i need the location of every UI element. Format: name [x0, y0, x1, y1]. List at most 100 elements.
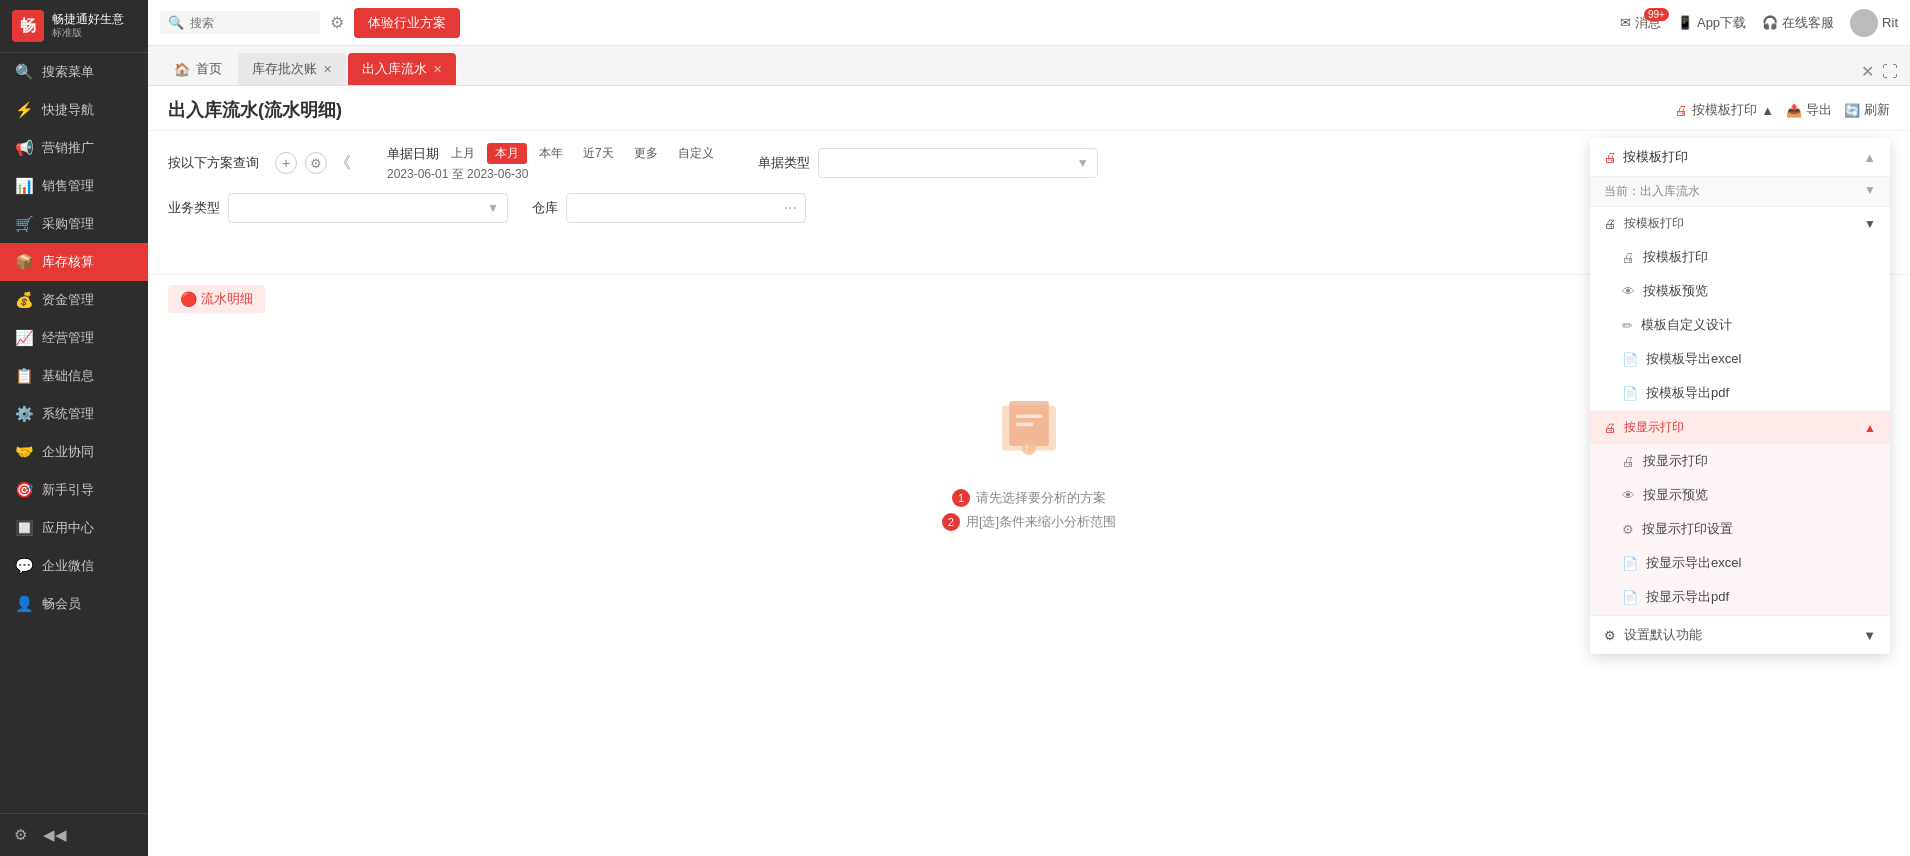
tab-flow[interactable]: 出入库流水 ✕ [348, 53, 456, 85]
date-range-display: 2023-06-01 至 2023-06-30 [387, 166, 528, 183]
current-dropdown-arrow[interactable]: ▼ [1864, 183, 1876, 197]
date-tag-last-month[interactable]: 上月 [443, 143, 483, 164]
sidebar-item-app-center[interactable]: 🔲应用中心 [0, 509, 148, 547]
sidebar-icon-quick-nav: ⚡ [14, 101, 34, 119]
warehouse-ellipsis-icon[interactable]: ··· [784, 199, 797, 217]
close-tab-icon[interactable]: ✕ [1861, 62, 1874, 81]
template-print-item-1[interactable]: 👁 按模板预览 [1590, 274, 1890, 308]
item-icon-3: 📄 [1622, 352, 1638, 367]
business-type-select[interactable]: ▼ [228, 193, 508, 223]
tabbar: 🏠 首页 库存批次账 ✕ 出入库流水 ✕ ✕ ⛶ [148, 46, 1910, 86]
phone-icon: 📱 [1677, 15, 1693, 30]
display-item-icon-3: 📄 [1622, 556, 1638, 571]
print-action[interactable]: 🖨 按模板打印 ▲ [1675, 101, 1774, 119]
template-print-item-4[interactable]: 📄 按模板导出pdf [1590, 376, 1890, 410]
sidebar-item-finance[interactable]: 💰资金管理 [0, 281, 148, 319]
date-tag-more[interactable]: 更多 [626, 143, 666, 164]
sidebar-item-enterprise[interactable]: 🤝企业协同 [0, 433, 148, 471]
filter-settings-button[interactable]: ⚙ [305, 152, 327, 174]
sidebar: 畅 畅捷通好生意 标准版 🔍搜索菜单⚡快捷导航📢营销推广📊销售管理🛒采购管理📦库… [0, 0, 148, 856]
sidebar-item-member[interactable]: 👤畅会员 [0, 585, 148, 623]
dropdown-up-arrow[interactable]: ▲ [1863, 150, 1876, 165]
warehouse-select[interactable]: ··· [566, 193, 806, 223]
template-print-item-3[interactable]: 📄 按模板导出excel [1590, 342, 1890, 376]
sidebar-item-guide[interactable]: 🎯新手引导 [0, 471, 148, 509]
print-icon: 🖨 [1675, 103, 1688, 118]
sidebar-item-purchase[interactable]: 🛒采购管理 [0, 205, 148, 243]
sidebar-icon-marketing: 📢 [14, 139, 34, 157]
sidebar-label-search: 搜索菜单 [42, 63, 94, 81]
settings-icon[interactable]: ⚙ [14, 826, 27, 844]
display-print-item-4[interactable]: 📄 按显示导出pdf [1590, 580, 1890, 614]
dropdown-footer[interactable]: ⚙ 设置默认功能 ▼ [1590, 615, 1890, 654]
sidebar-item-quick-nav[interactable]: ⚡快捷导航 [0, 91, 148, 129]
sidebar-item-sales[interactable]: 📊销售管理 [0, 167, 148, 205]
hint-num-2: 2 [942, 513, 960, 531]
template-print-item-0[interactable]: 🖨 按模板打印 [1590, 240, 1890, 274]
search-input[interactable] [190, 16, 312, 30]
sidebar-item-inventory[interactable]: 📦库存核算 [0, 243, 148, 281]
display-print-item-3[interactable]: 📄 按显示导出excel [1590, 546, 1890, 580]
trial-button[interactable]: 体验行业方案 [354, 8, 460, 38]
online-service-button[interactable]: 🎧 在线客服 [1762, 14, 1834, 32]
tab-close-flow[interactable]: ✕ [433, 63, 442, 76]
topbar-gear-icon[interactable]: ⚙ [330, 13, 344, 32]
collapse-sidebar-icon[interactable]: ◀◀ [43, 826, 67, 844]
date-tag-7days[interactable]: 近7天 [575, 143, 622, 164]
home-icon: 🏠 [174, 62, 190, 77]
date-tag-this-month[interactable]: 本月 [487, 143, 527, 164]
sidebar-item-system[interactable]: ⚙️系统管理 [0, 395, 148, 433]
tab-close-batch[interactable]: ✕ [323, 63, 332, 76]
item-icon-2: ✏ [1622, 318, 1633, 333]
display-item-icon-0: 🖨 [1622, 454, 1635, 469]
topbar-search-box[interactable]: 🔍 [160, 11, 320, 34]
sidebar-icon-enterprise: 🤝 [14, 443, 34, 461]
app-download-button[interactable]: 📱 App下载 [1677, 14, 1746, 32]
template-print-header[interactable]: 🖨 按模板打印 ▼ [1590, 207, 1890, 240]
sub-nav-icon-flow: 🔴 [180, 291, 197, 307]
svg-text:!: ! [1025, 443, 1028, 453]
sidebar-item-search[interactable]: 🔍搜索菜单 [0, 53, 148, 91]
filter-add-button[interactable]: + [275, 152, 297, 174]
display-item-icon-1: 👁 [1622, 488, 1635, 503]
filter-collapse-icon[interactable]: 《 [335, 153, 351, 174]
doc-type-select[interactable]: ▼ [818, 148, 1098, 178]
hint-num-1: 1 [952, 489, 970, 507]
filter-search-label: 按以下方案查询 [168, 154, 259, 172]
display-print-item-0[interactable]: 🖨 按显示打印 [1590, 444, 1890, 478]
sub-nav-flow-detail[interactable]: 🔴 流水明细 [168, 285, 265, 313]
page-content: 出入库流水(流水明细) 🖨 按模板打印 ▲ 📤 导出 🔄 刷新 [148, 86, 1910, 856]
topbar-right: ✉ 消息 99+ 📱 App下载 🎧 在线客服 Rit [1620, 9, 1898, 37]
display-print-item-2[interactable]: ⚙ 按显示打印设置 [1590, 512, 1890, 546]
warehouse-filter: 仓库 ··· [532, 193, 806, 223]
sidebar-item-marketing[interactable]: 📢 营销推广 [0, 129, 148, 167]
refresh-action[interactable]: 🔄 刷新 [1844, 101, 1890, 119]
print-dropdown-panel: 🖨 按模板打印 ▲ 当前：出入库流水 ▼ 🖨 按模板打印 ▼ [1590, 138, 1890, 654]
sidebar-item-operations[interactable]: 📈经营管理 [0, 319, 148, 357]
sidebar-item-wechat[interactable]: 💬企业微信 [0, 547, 148, 585]
display-print-header[interactable]: 🖨 按显示打印 ▲ [1590, 411, 1890, 444]
date-tag-custom[interactable]: 自定义 [670, 143, 722, 164]
sidebar-label-operations: 经营管理 [42, 329, 94, 347]
sidebar-label-guide: 新手引导 [42, 481, 94, 499]
message-icon: ✉ [1620, 15, 1631, 30]
search-icon: 🔍 [168, 15, 184, 30]
display-print-item-1[interactable]: 👁 按显示预览 [1590, 478, 1890, 512]
date-tag-this-year[interactable]: 本年 [531, 143, 571, 164]
user-avatar-area[interactable]: Rit [1850, 9, 1898, 37]
dropdown-print-icon: 🖨 [1604, 150, 1617, 165]
expand-icon[interactable]: ⛶ [1882, 63, 1898, 81]
sidebar-icon-sales: 📊 [14, 177, 34, 195]
tab-batch-account[interactable]: 库存批次账 ✕ [238, 53, 346, 85]
sidebar-bottom: ⚙ ◀◀ [0, 813, 148, 856]
export-action[interactable]: 📤 导出 [1786, 101, 1832, 119]
template-print-item-2[interactable]: ✏ 模板自定义设计 [1590, 308, 1890, 342]
filter-actions: + ⚙ 《 [275, 152, 351, 174]
sidebar-item-basic[interactable]: 📋基础信息 [0, 357, 148, 395]
business-type-dropdown-arrow: ▼ [487, 201, 499, 215]
message-button[interactable]: ✉ 消息 99+ [1620, 14, 1661, 32]
sidebar-label-finance: 资金管理 [42, 291, 94, 309]
tab-home[interactable]: 🏠 首页 [160, 53, 236, 85]
sidebar-label-marketing: 营销推广 [42, 139, 94, 157]
sidebar-icon-purchase: 🛒 [14, 215, 34, 233]
